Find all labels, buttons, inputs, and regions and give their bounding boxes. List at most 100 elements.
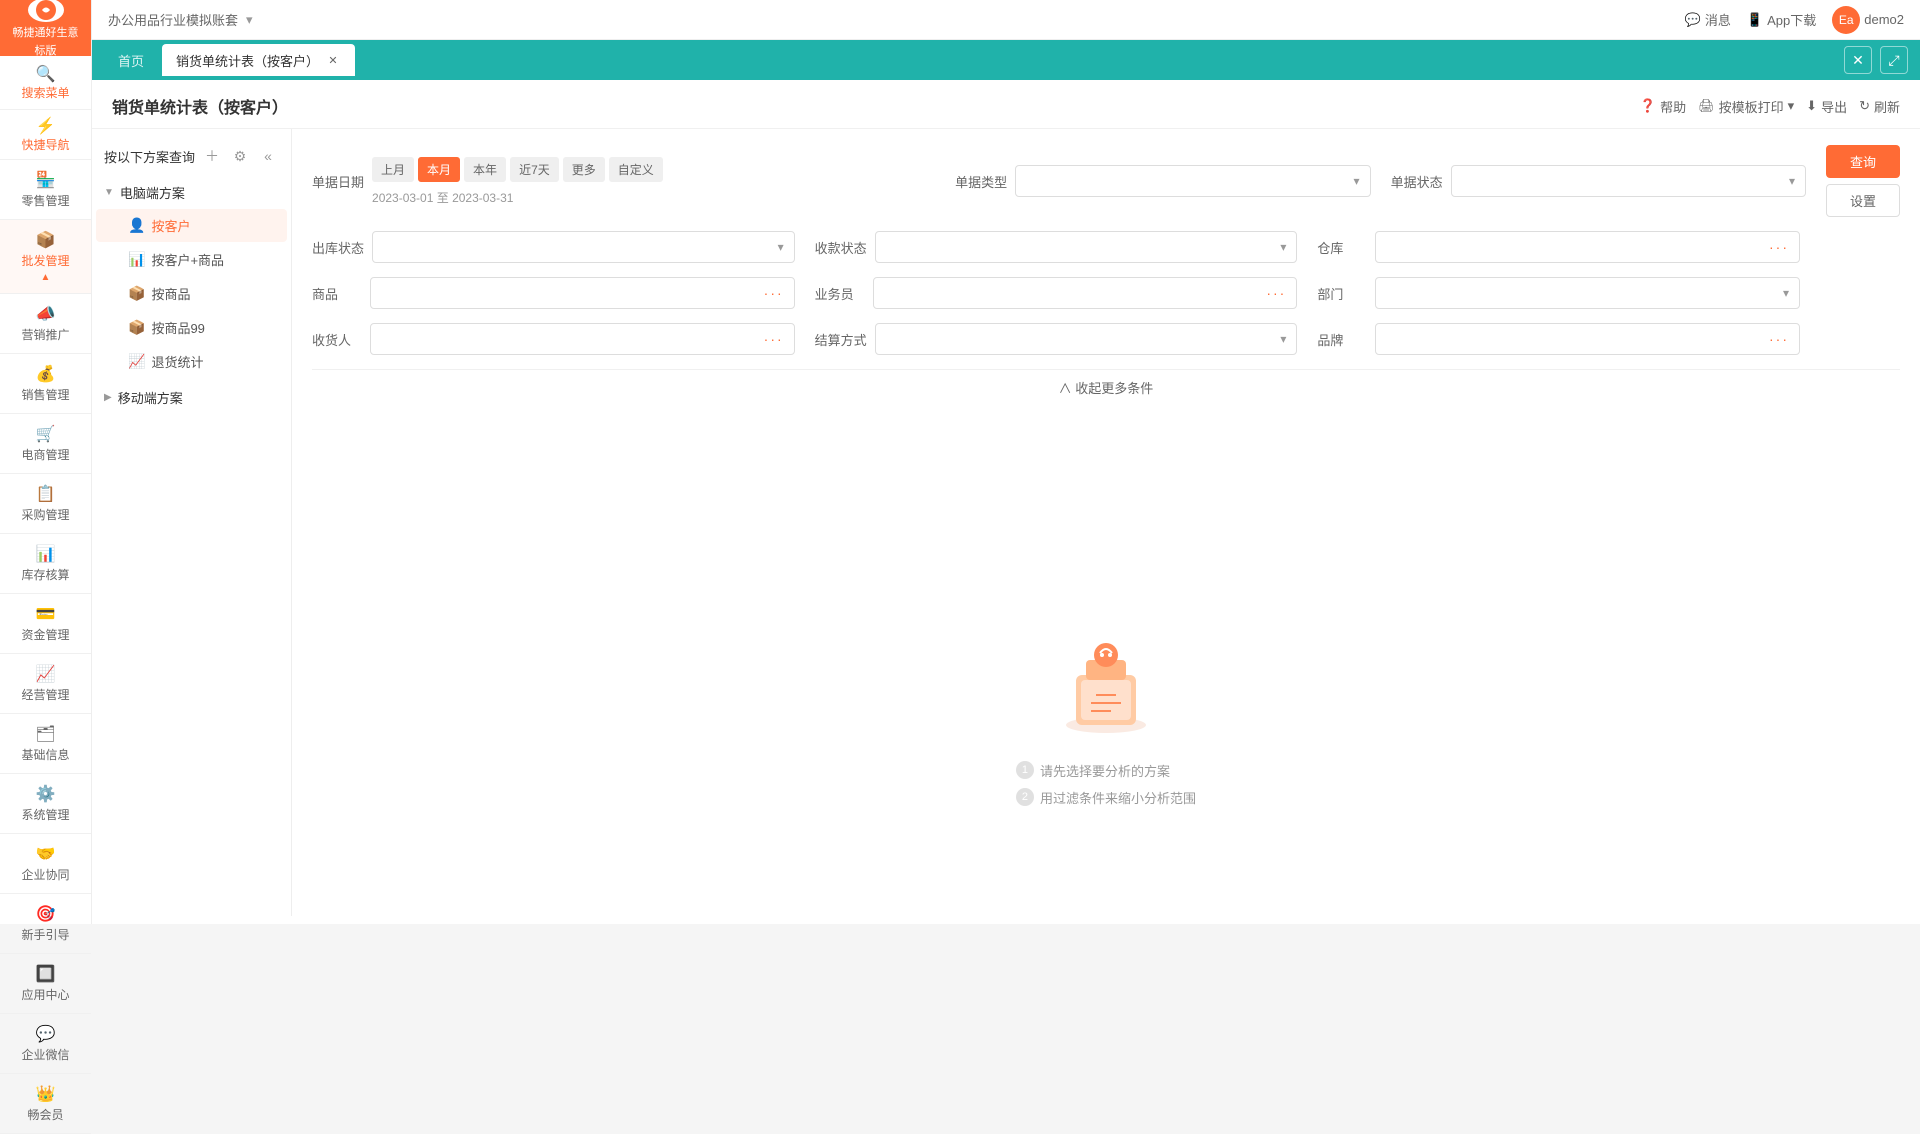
user-profile[interactable]: Ea demo2: [1832, 6, 1904, 34]
print-btn[interactable]: 🖨 按模板打印 ▾: [1698, 97, 1794, 116]
sidebar-item-base[interactable]: 🗂 基础信息: [0, 714, 91, 774]
sidebar-item-enterprise[interactable]: 🤝 企业协同: [0, 834, 91, 894]
newbie-icon: 🎯: [4, 904, 87, 924]
scheme-header-actions: ＋ ⚙ «: [201, 145, 279, 167]
sidebar-item-wechat[interactable]: 💬 企业微信: [0, 1014, 91, 1074]
sidebar-item-inventory[interactable]: 📊 库存核算: [0, 534, 91, 594]
date-btn-more[interactable]: 更多: [563, 157, 605, 182]
sidebar-item-quick-nav[interactable]: ⚡ 快捷导航: [0, 110, 91, 160]
sidebar-item-search[interactable]: 🔍 搜索菜单: [0, 56, 91, 110]
filter-goods: 商品 ···: [312, 277, 795, 309]
goods-dots: ···: [764, 285, 784, 301]
sidebar-item-operation[interactable]: 📈 经营管理: [0, 654, 91, 714]
scheme-settings-btn[interactable]: ⚙: [229, 145, 251, 167]
sidebar-item-app-center[interactable]: 🔲 应用中心: [0, 954, 91, 1014]
by-customer-goods-icon: 📊: [128, 251, 145, 268]
status-select[interactable]: ▾: [1451, 165, 1806, 197]
topbar-left: 办公用品行业模拟账套 ▾: [108, 10, 253, 29]
settlement-select[interactable]: ▾: [875, 323, 1298, 355]
tab-home[interactable]: 首页: [104, 44, 158, 76]
scheme-group-header-desktop[interactable]: ▼ 电脑端方案: [92, 177, 291, 208]
main-content: 办公用品行业模拟账套 ▾ 💬 消息 📱 App下载 Ea demo2 首页 销货…: [92, 0, 1920, 924]
message-btn[interactable]: 💬 消息: [1685, 10, 1731, 29]
filter-warehouse: 仓库 ···: [1317, 231, 1800, 263]
member-icon: 👑: [4, 1084, 87, 1104]
sidebar-item-marketing[interactable]: 📣 营销推广: [0, 294, 91, 354]
app-download-btn[interactable]: 📱 App下载: [1747, 10, 1816, 29]
type-select[interactable]: ▾: [1015, 165, 1370, 197]
dept-label: 部门: [1317, 284, 1367, 303]
settlement-label: 结算方式: [815, 330, 867, 349]
sidebar-item-retail[interactable]: 🏪 零售管理: [0, 160, 91, 220]
filter-status: 单据状态 ▾: [1391, 165, 1806, 197]
close-tab-btn[interactable]: ✕: [1844, 46, 1872, 74]
collapse-bar[interactable]: ∧ 收起更多条件: [312, 369, 1900, 405]
help-btn[interactable]: ❓ 帮助: [1640, 97, 1686, 116]
empty-tips: 1 请先选择要分析的方案 2 用过滤条件来缩小分析范围: [1016, 761, 1196, 807]
sidebar-item-finance[interactable]: 💳 资金管理: [0, 594, 91, 654]
refresh-btn[interactable]: ↻ 刷新: [1859, 97, 1900, 116]
salesperson-select[interactable]: ···: [873, 277, 1298, 309]
scheme-item-by-goods99[interactable]: 📦 按商品99: [96, 311, 287, 344]
content-area: 按以下方案查询 ＋ ⚙ « ▼ 电脑端方案 👤 按客户: [92, 129, 1920, 916]
filter-brand: 品牌 ···: [1317, 323, 1800, 355]
tabbar: 首页 销货单统计表（按客户） ✕ ✕ ⤢: [92, 40, 1920, 80]
app-center-icon: 🔲: [4, 964, 87, 984]
brand-label: 品牌: [1317, 330, 1367, 349]
settlement-arrow: ▾: [1280, 332, 1286, 346]
page: 销货单统计表（按客户） ❓ 帮助 🖨 按模板打印 ▾ ⬇ 导出 ↻ 刷新: [92, 80, 1920, 924]
settings-button[interactable]: 设置: [1826, 184, 1900, 217]
type-dropdown-arrow: ▾: [1354, 174, 1360, 188]
by-customer-icon: 👤: [128, 217, 145, 234]
date-btn-7days[interactable]: 近7天: [510, 157, 559, 182]
scheme-item-by-customer[interactable]: 👤 按客户: [96, 209, 287, 242]
dept-select[interactable]: ▾: [1375, 277, 1800, 309]
empty-tip-1: 1 请先选择要分析的方案: [1016, 761, 1196, 780]
receive-status-select[interactable]: ▾: [875, 231, 1298, 263]
scheme-item-by-customer-goods[interactable]: 📊 按客户+商品: [96, 243, 287, 276]
out-status-select[interactable]: ▾: [372, 231, 795, 263]
query-button[interactable]: 查询: [1826, 145, 1900, 178]
sidebar-item-purchase[interactable]: 📋 采购管理: [0, 474, 91, 534]
scheme-collapse-btn[interactable]: «: [257, 145, 279, 167]
salesperson-label: 业务员: [815, 284, 865, 303]
filter-row-4: 收货人 ··· 结算方式 ▾: [312, 323, 1900, 355]
receiver-label: 收货人: [312, 330, 362, 349]
scheme-item-by-goods[interactable]: 📦 按商品: [96, 277, 287, 310]
date-btn-last-month[interactable]: 上月: [372, 157, 414, 182]
scheme-add-btn[interactable]: ＋: [201, 145, 223, 167]
topbar: 办公用品行业模拟账套 ▾ 💬 消息 📱 App下载 Ea demo2: [92, 0, 1920, 40]
filter-dept: 部门 ▾: [1317, 277, 1800, 309]
expand-tab-btn[interactable]: ⤢: [1880, 46, 1908, 74]
page-header: 销货单统计表（按客户） ❓ 帮助 🖨 按模板打印 ▾ ⬇ 导出 ↻ 刷新: [92, 80, 1920, 129]
warehouse-select[interactable]: ···: [1375, 231, 1800, 263]
receiver-select[interactable]: ···: [370, 323, 795, 355]
scheme-group-header-mobile[interactable]: ▶ 移动端方案: [92, 382, 291, 413]
finance-icon: 💳: [4, 604, 87, 624]
sidebar-item-member[interactable]: 👑 畅会员: [0, 1074, 91, 1134]
date-btn-custom[interactable]: 自定义: [609, 157, 663, 182]
date-btn-this-month[interactable]: 本月: [418, 157, 460, 182]
brand-select[interactable]: ···: [1375, 323, 1800, 355]
tab-close-btn[interactable]: ✕: [325, 52, 341, 68]
sidebar-item-wholesale[interactable]: 📦 批发管理 ▲: [0, 220, 91, 294]
goods-select[interactable]: ···: [370, 277, 795, 309]
sidebar-item-ecommerce[interactable]: 🛒 电商管理: [0, 414, 91, 474]
export-btn[interactable]: ⬇ 导出: [1806, 97, 1847, 116]
tab-report[interactable]: 销货单统计表（按客户） ✕: [162, 44, 355, 76]
topbar-dropdown-arrow[interactable]: ▾: [246, 12, 253, 28]
scheme-item-return-stats[interactable]: 📈 退货统计: [96, 345, 287, 378]
logo-icon: [28, 0, 64, 22]
sidebar-item-newbie[interactable]: 🎯 新手引导: [0, 894, 91, 954]
scheme-group-mobile: ▶ 移动端方案: [92, 382, 291, 413]
type-label: 单据类型: [955, 172, 1007, 191]
sidebar-item-system[interactable]: ⚙️ 系统管理: [0, 774, 91, 834]
sidebar-item-sales[interactable]: 💰 销售管理: [0, 354, 91, 414]
date-btn-this-year[interactable]: 本年: [464, 157, 506, 182]
receive-status-label: 收款状态: [815, 238, 867, 257]
print-dropdown-arrow: ▾: [1788, 98, 1795, 114]
filter-salesperson: 业务员 ···: [815, 277, 1298, 309]
app-logo[interactable]: 畅捷通好生意 标版: [0, 0, 91, 56]
message-icon: 💬: [1685, 12, 1701, 28]
operation-icon: 📈: [4, 664, 87, 684]
